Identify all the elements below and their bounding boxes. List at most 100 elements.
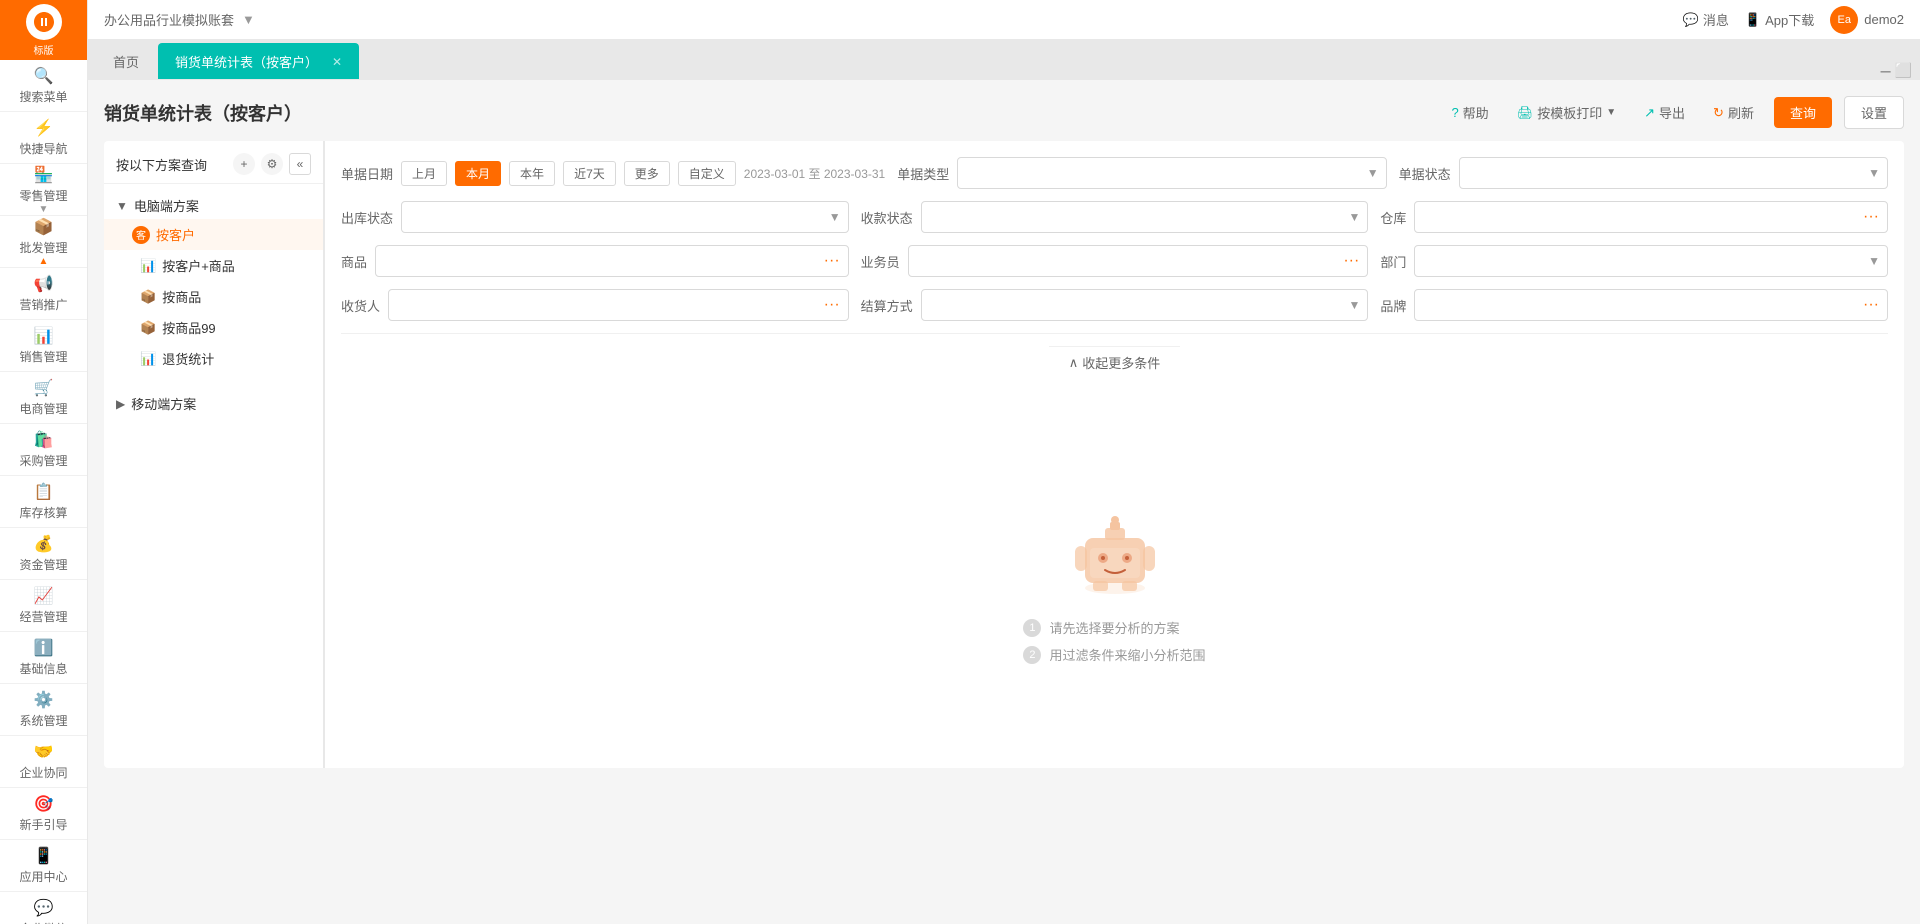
tab-sales-stats-label: 销货单统计表（按客户） — [175, 52, 318, 71]
sidebar-item-label: 电商管理 — [19, 400, 67, 417]
main-container: 办公用品行业模拟账套 ▼ 💬 消息 📱 App下载 Ea demo2 首页 — [88, 0, 1920, 924]
scheme-add-button[interactable]: + — [233, 153, 255, 175]
date-last-7-days-btn[interactable]: 近7天 — [563, 161, 616, 186]
settings-button[interactable]: 设置 — [1844, 96, 1904, 129]
tab-close-icon[interactable]: ✕ — [332, 55, 342, 69]
app-title: 办公用品行业模拟账套 — [104, 10, 234, 29]
scheme-by-goods-99[interactable]: 📦 按商品99 — [104, 312, 323, 343]
empty-state: 1 请先选择要分析的方案 2 用过滤条件来缩小分析范围 — [341, 418, 1888, 752]
scheme-return-stats[interactable]: 📊 退货统计 — [104, 343, 323, 374]
query-button[interactable]: 查询 — [1774, 97, 1832, 128]
tab-sales-stats[interactable]: 销货单统计表（按客户） ✕ — [158, 43, 359, 79]
empty-state-image — [1055, 498, 1175, 598]
desktop-schemes-header[interactable]: ▼ 电脑端方案 — [104, 192, 323, 219]
goods-input[interactable]: ··· — [375, 245, 849, 277]
collapse-conditions-button[interactable]: ∧ 收起更多条件 — [1049, 346, 1181, 378]
dropdown-icon[interactable]: ▼ — [242, 12, 255, 27]
scheme-by-customer-label: 按客户 — [156, 225, 195, 244]
salesperson-input[interactable]: ··· — [908, 245, 1369, 277]
goods-cell: 商品 ··· — [341, 245, 849, 277]
sidebar-item-purchase[interactable]: 🛍️ 采购管理 — [0, 424, 87, 476]
sidebar-item-quick-nav[interactable]: ⚡ 快捷导航 — [0, 112, 87, 164]
date-more-btn[interactable]: 更多 — [624, 161, 670, 186]
recipient-input[interactable]: ··· — [388, 289, 849, 321]
sidebar-item-wechat[interactable]: 💬 企业微信 — [0, 892, 87, 924]
window-controls: ─ ⬜ — [1881, 62, 1920, 79]
export-button[interactable]: ↗ 导出 — [1636, 99, 1693, 126]
window-minimize-button[interactable]: ─ — [1881, 63, 1891, 79]
collapse-up-icon: ∧ — [1069, 355, 1079, 371]
brand-dots: ··· — [1863, 296, 1879, 314]
sidebar-item-basic[interactable]: ℹ️ 基础信息 — [0, 632, 87, 684]
export-icon: ↗ — [1644, 105, 1655, 121]
receipt-status-cell: 收款状态 ▼ — [861, 201, 1369, 233]
refresh-button[interactable]: ↻ 刷新 — [1705, 99, 1762, 126]
empty-state-tip-1: 1 请先选择要分析的方案 — [1023, 618, 1205, 637]
gear-icon: ⚙ — [267, 157, 278, 171]
help-button[interactable]: ? 帮助 — [1443, 99, 1496, 126]
inventory-icon: 📋 — [34, 482, 54, 502]
chevron-down-icon: ▼ — [39, 204, 49, 215]
order-type-cell: 单据类型 ▼ — [897, 157, 1386, 189]
scheme-by-goods[interactable]: 📦 按商品 — [104, 281, 323, 312]
order-status-cell: 单据状态 ▼ — [1399, 157, 1888, 189]
warehouse-input[interactable]: ··· — [1414, 201, 1888, 233]
return-stats-icon: 📊 — [140, 351, 156, 367]
scheme-panel-title: 按以下方案查询 — [116, 155, 207, 174]
sidebar-item-system[interactable]: ⚙️ 系统管理 — [0, 684, 87, 736]
top-bar: 办公用品行业模拟账套 ▼ 💬 消息 📱 App下载 Ea demo2 — [88, 0, 1920, 40]
date-custom-btn[interactable]: 自定义 — [678, 161, 736, 186]
step-2-icon: 2 — [1023, 646, 1041, 664]
desktop-schemes-section: ▼ 电脑端方案 客 按客户 📊 按客户+商品 📦 — [104, 184, 323, 382]
sidebar-item-inventory[interactable]: 📋 库存核算 — [0, 476, 87, 528]
template-print-button[interactable]: 🖨 按模板打印 ▼ — [1509, 99, 1624, 126]
sidebar-item-wholesale[interactable]: 📦 批发管理 ▲ — [0, 216, 87, 268]
sidebar-item-marketing[interactable]: 📢 营销推广 — [0, 268, 87, 320]
mobile-section-collapse-icon: ▶ — [116, 397, 125, 411]
sidebar-item-finance[interactable]: 💰 资金管理 — [0, 528, 87, 580]
app-download-button[interactable]: 📱 App下载 — [1745, 10, 1814, 29]
settlement-cell: 结算方式 ▼ — [861, 289, 1369, 321]
scheme-collapse-button[interactable]: « — [289, 153, 311, 175]
sidebar-item-sales[interactable]: 📊 销售管理 — [0, 320, 87, 372]
download-icon: 📱 — [1745, 12, 1761, 28]
message-button[interactable]: 💬 消息 — [1683, 10, 1729, 29]
user-profile-button[interactable]: Ea demo2 — [1830, 6, 1904, 34]
window-maximize-button[interactable]: ⬜ — [1895, 62, 1912, 79]
mobile-schemes-header[interactable]: ▶ 移动端方案 — [104, 390, 323, 417]
scheme-panel-header: 按以下方案查询 + ⚙ « — [104, 153, 323, 184]
section-collapse-icon: ▼ — [116, 199, 128, 213]
settlement-select[interactable] — [921, 289, 1369, 321]
out-status-label: 出库状态 — [341, 208, 393, 227]
sidebar-item-guide[interactable]: 🎯 新手引导 — [0, 788, 87, 840]
goods-icon: 📦 — [140, 289, 156, 305]
filter-row-3: 商品 ··· 业务员 ··· — [341, 245, 1888, 277]
sidebar-item-enterprise[interactable]: 🤝 企业协同 — [0, 736, 87, 788]
order-type-label: 单据类型 — [897, 164, 949, 183]
order-status-select[interactable] — [1459, 157, 1888, 189]
sidebar-item-operations[interactable]: 📈 经营管理 — [0, 580, 87, 632]
sidebar-item-search[interactable]: 🔍 搜索菜单 — [0, 60, 87, 112]
recipient-dots: ··· — [824, 296, 840, 314]
out-status-select[interactable] — [401, 201, 849, 233]
date-label: 单据日期 — [341, 164, 393, 183]
sidebar-item-apps[interactable]: 📱 应用中心 — [0, 840, 87, 892]
date-last-month-btn[interactable]: 上月 — [401, 161, 447, 186]
scheme-by-customer[interactable]: 客 按客户 — [104, 219, 323, 250]
sidebar-item-label: 销售管理 — [19, 348, 67, 365]
sidebar-item-retail[interactable]: 🏪 零售管理 ▼ — [0, 164, 87, 216]
warehouse-dots: ··· — [1863, 208, 1879, 226]
receipt-status-select[interactable] — [921, 201, 1369, 233]
date-this-month-btn[interactable]: 本月 — [455, 161, 501, 186]
department-select[interactable] — [1414, 245, 1888, 277]
brand-input[interactable]: ··· — [1414, 289, 1888, 321]
department-wrapper: ▼ — [1414, 245, 1888, 277]
department-cell: 部门 ▼ — [1380, 245, 1888, 277]
sidebar-item-label: 营销推广 — [19, 296, 67, 313]
order-type-select[interactable] — [957, 157, 1386, 189]
date-this-year-btn[interactable]: 本年 — [509, 161, 555, 186]
tab-home[interactable]: 首页 — [96, 43, 156, 79]
scheme-customer-goods[interactable]: 📊 按客户+商品 — [104, 250, 323, 281]
sidebar-item-ecommerce[interactable]: 🛒 电商管理 — [0, 372, 87, 424]
scheme-settings-button[interactable]: ⚙ — [261, 153, 283, 175]
